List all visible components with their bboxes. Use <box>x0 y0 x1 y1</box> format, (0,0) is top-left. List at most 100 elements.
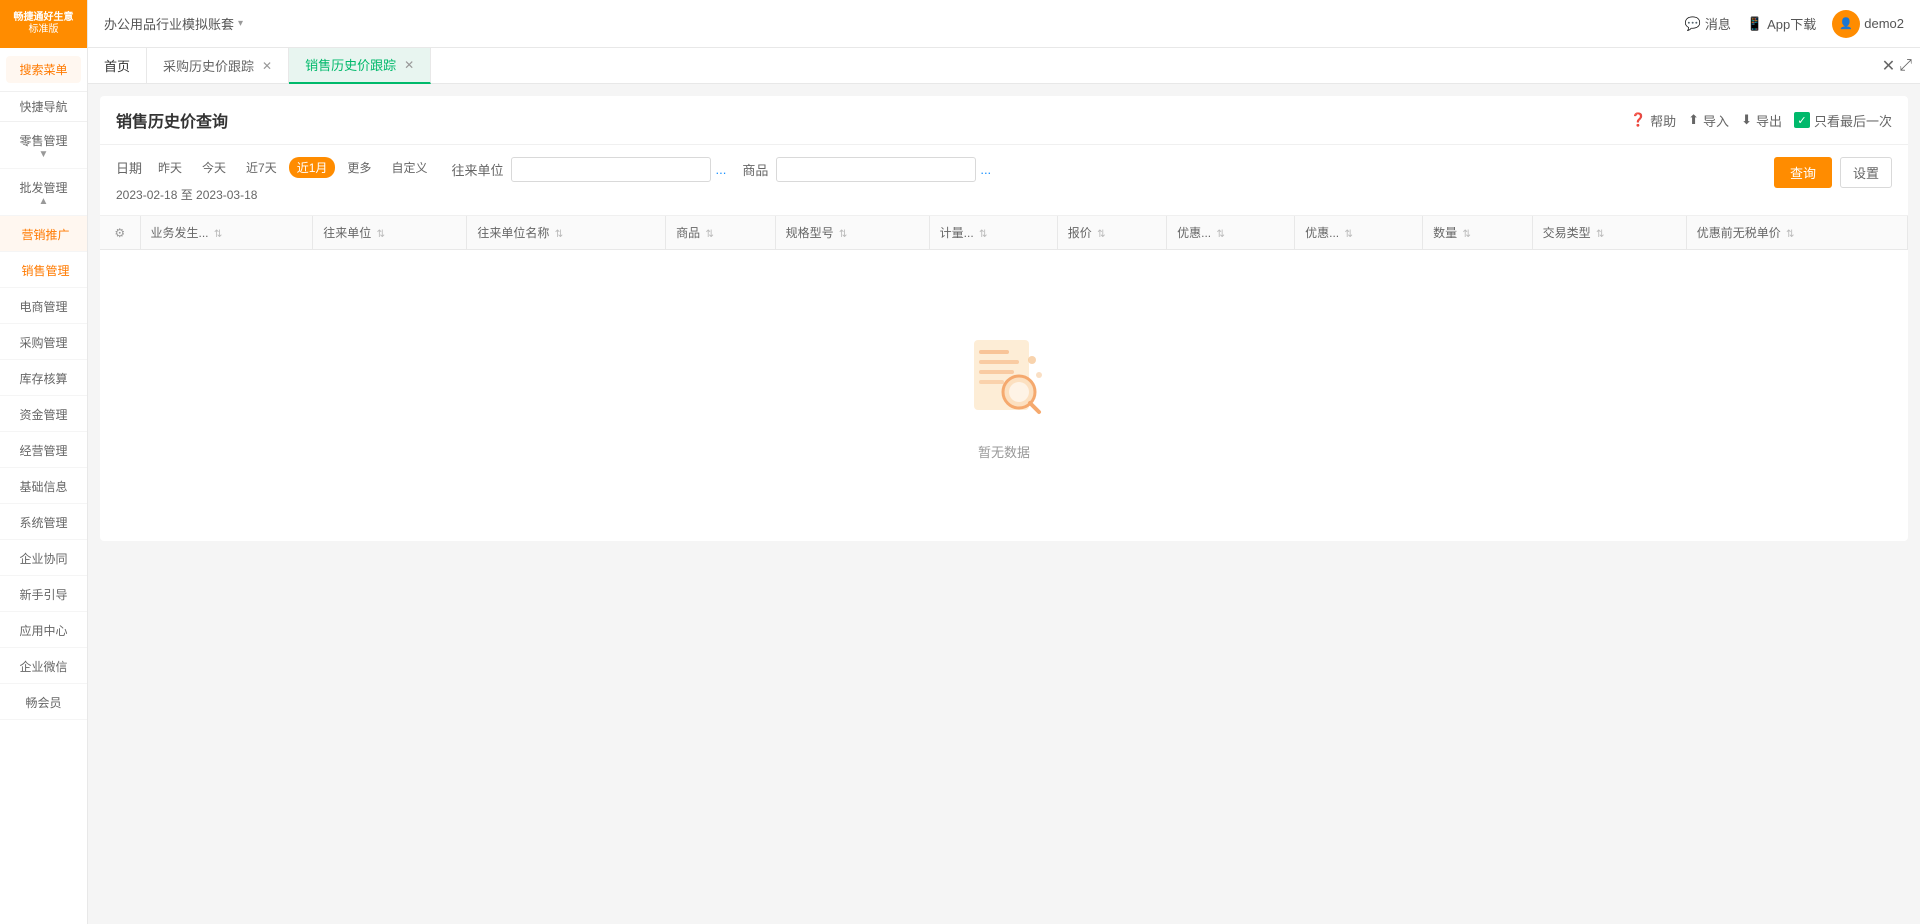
tab-sales-history-label: 销售历史价跟踪 <box>305 55 396 74</box>
tab-purchase-history-label: 采购历史价跟踪 <box>163 56 254 75</box>
sidebar-item-enterprise-wechat[interactable]: 企业微信 <box>0 648 87 684</box>
table-col-quantity[interactable]: 数量 ⇅ <box>1423 216 1532 250</box>
sidebar-item-wholesale[interactable]: 批发管理 ▲ <box>0 169 87 216</box>
query-button[interactable]: 查询 <box>1774 157 1832 188</box>
partner-input-group: ... <box>511 157 726 182</box>
sidebar-item-member[interactable]: 畅会员 <box>0 684 87 720</box>
user-name: demo2 <box>1864 16 1904 31</box>
sidebar-item-newbie[interactable]: 新手引导 <box>0 576 87 612</box>
date-option-last7[interactable]: 近7天 <box>238 157 285 178</box>
maximize-button[interactable]: ⤢ <box>1899 57 1912 75</box>
table-header: ⚙ 业务发生... ⇅ 往来单位 ⇅ 往来单位名称 <box>100 216 1908 250</box>
table-col-product[interactable]: 商品 ⇅ <box>666 216 775 250</box>
tab-home[interactable]: 首页 <box>88 48 147 84</box>
tab-sales-history[interactable]: 销售历史价跟踪 ✕ <box>289 48 431 84</box>
sidebar-item-retail[interactable]: 零售管理 ▼ <box>0 122 87 169</box>
message-button[interactable]: 💬 消息 <box>1685 14 1731 33</box>
toggle-checkbox[interactable]: ✓ <box>1794 112 1810 128</box>
check-icon: ✓ <box>1797 114 1806 127</box>
import-button[interactable]: ⬆ 导入 <box>1688 111 1729 130</box>
help-button[interactable]: ❓ 帮助 <box>1630 111 1676 130</box>
sort-icon: ⇅ <box>839 229 847 240</box>
header-left: 办公用品行业模拟账套 ▾ <box>104 14 243 33</box>
app-selector-label: 办公用品行业模拟账套 <box>104 14 234 33</box>
user-menu[interactable]: 👤 demo2 <box>1832 10 1904 38</box>
partner-input[interactable] <box>511 157 711 182</box>
sort-icon: ⇅ <box>1596 229 1604 240</box>
table-col-price[interactable]: 报价 ⇅ <box>1057 216 1166 250</box>
date-option-today[interactable]: 今天 <box>194 157 234 178</box>
table-col-settings[interactable]: ⚙ <box>100 216 140 250</box>
col-trade-type-label: 交易类型 <box>1543 226 1591 240</box>
col-pretax-price-label: 优惠前无税单价 <box>1697 226 1781 240</box>
sidebar-quick-nav[interactable]: 快捷导航 <box>0 92 87 122</box>
import-icon: ⬆ <box>1688 112 1699 128</box>
product-picker-button[interactable]: ... <box>980 162 991 177</box>
tab-home-label: 首页 <box>104 56 130 75</box>
sidebar-logo: 畅捷通好生意 标准版 <box>0 0 87 48</box>
avatar: 👤 <box>1832 10 1860 38</box>
col-discount2-label: 优惠... <box>1305 226 1339 240</box>
sidebar-item-marketing[interactable]: 营销推广 <box>0 216 87 252</box>
export-button[interactable]: ⬇ 导出 <box>1741 111 1782 130</box>
app-logo-text: 畅捷通好生意 标准版 <box>14 12 74 36</box>
date-option-yesterday[interactable]: 昨天 <box>150 157 190 178</box>
tab-bar-actions: ✕ ⤢ <box>1874 48 1920 84</box>
settings-icon[interactable]: ⚙ <box>114 226 125 240</box>
date-filter-label: 日期 <box>116 158 142 177</box>
table-col-trade-type[interactable]: 交易类型 ⇅ <box>1532 216 1686 250</box>
date-option-more[interactable]: 更多 <box>339 157 379 178</box>
sidebar-item-finance[interactable]: 资金管理 <box>0 396 87 432</box>
empty-icon <box>954 330 1054 430</box>
sidebar-item-purchase[interactable]: 采购管理 <box>0 324 87 360</box>
sidebar-item-sales-mgmt[interactable]: 销售管理 <box>0 252 87 288</box>
col-price-label: 报价 <box>1068 226 1092 240</box>
product-input[interactable] <box>776 157 976 182</box>
tab-purchase-history-close[interactable]: ✕ <box>262 59 272 73</box>
col-discount1-label: 优惠... <box>1177 226 1211 240</box>
date-filter-group: 日期 昨天 今天 近7天 近1月 更多 自定义 <box>116 157 435 178</box>
date-option-last1month[interactable]: 近1月 <box>289 157 336 178</box>
sort-icon: ⇅ <box>1345 229 1353 240</box>
page-card: 销售历史价查询 ❓ 帮助 ⬆ 导入 ⬇ 导出 <box>100 96 1908 541</box>
tab-sales-history-close[interactable]: ✕ <box>404 58 414 72</box>
table-col-partner-name[interactable]: 往来单位名称 ⇅ <box>467 216 666 250</box>
sidebar-item-enterprise[interactable]: 企业协同 <box>0 540 87 576</box>
table-col-pretax-price[interactable]: 优惠前无税单价 ⇅ <box>1686 216 1907 250</box>
col-business-date-label: 业务发生... <box>151 226 209 240</box>
sidebar-item-ecommerce[interactable]: 电商管理 <box>0 288 87 324</box>
avatar-icon: 👤 <box>1839 17 1853 30</box>
partner-filter-label: 往来单位 <box>451 160 503 179</box>
filter-actions: 查询 设置 <box>1774 157 1892 188</box>
app-selector[interactable]: 办公用品行业模拟账套 ▾ <box>104 14 243 33</box>
only-last-toggle[interactable]: ✓ 只看最后一次 <box>1794 111 1892 130</box>
page-content: 销售历史价查询 ❓ 帮助 ⬆ 导入 ⬇ 导出 <box>88 84 1920 924</box>
setting-button[interactable]: 设置 <box>1840 157 1892 188</box>
sidebar-item-operation[interactable]: 经营管理 <box>0 432 87 468</box>
tab-bar: 首页 采购历史价跟踪 ✕ 销售历史价跟踪 ✕ ✕ ⤢ <box>88 48 1920 84</box>
help-icon: ❓ <box>1630 112 1646 128</box>
close-all-tabs-button[interactable]: ✕ <box>1882 56 1895 76</box>
date-option-custom[interactable]: 自定义 <box>383 157 435 178</box>
sort-icon: ⇅ <box>1463 229 1471 240</box>
sidebar: 畅捷通好生意 标准版 搜索菜单 快捷导航 零售管理 ▼ 批发管理 ▲ 营销推广 … <box>0 0 88 924</box>
sidebar-item-app-center[interactable]: 应用中心 <box>0 612 87 648</box>
sidebar-item-inventory[interactable]: 库存核算 <box>0 360 87 396</box>
tab-purchase-history[interactable]: 采购历史价跟踪 ✕ <box>147 48 289 84</box>
app-download-button[interactable]: 📱 App下载 <box>1747 14 1816 33</box>
table-col-business-date[interactable]: 业务发生... ⇅ <box>140 216 313 250</box>
table-col-discount2[interactable]: 优惠... ⇅ <box>1295 216 1423 250</box>
table-col-unit[interactable]: 计量... ⇅ <box>929 216 1057 250</box>
sidebar-item-basic[interactable]: 基础信息 <box>0 468 87 504</box>
product-filter-label: 商品 <box>742 160 768 179</box>
main-area: 办公用品行业模拟账套 ▾ 💬 消息 📱 App下载 👤 demo2 首页 <box>88 0 1920 924</box>
partner-picker-button[interactable]: ... <box>715 162 726 177</box>
sidebar-item-system[interactable]: 系统管理 <box>0 504 87 540</box>
table-col-discount1[interactable]: 优惠... ⇅ <box>1167 216 1295 250</box>
export-label: 导出 <box>1756 111 1782 130</box>
table-col-spec[interactable]: 规格型号 ⇅ <box>775 216 929 250</box>
table-col-partner-code[interactable]: 往来单位 ⇅ <box>313 216 467 250</box>
download-icon: 📱 <box>1747 16 1763 32</box>
search-menu-button[interactable]: 搜索菜单 <box>6 56 81 83</box>
partner-filter-group: 往来单位 ... <box>451 157 726 182</box>
